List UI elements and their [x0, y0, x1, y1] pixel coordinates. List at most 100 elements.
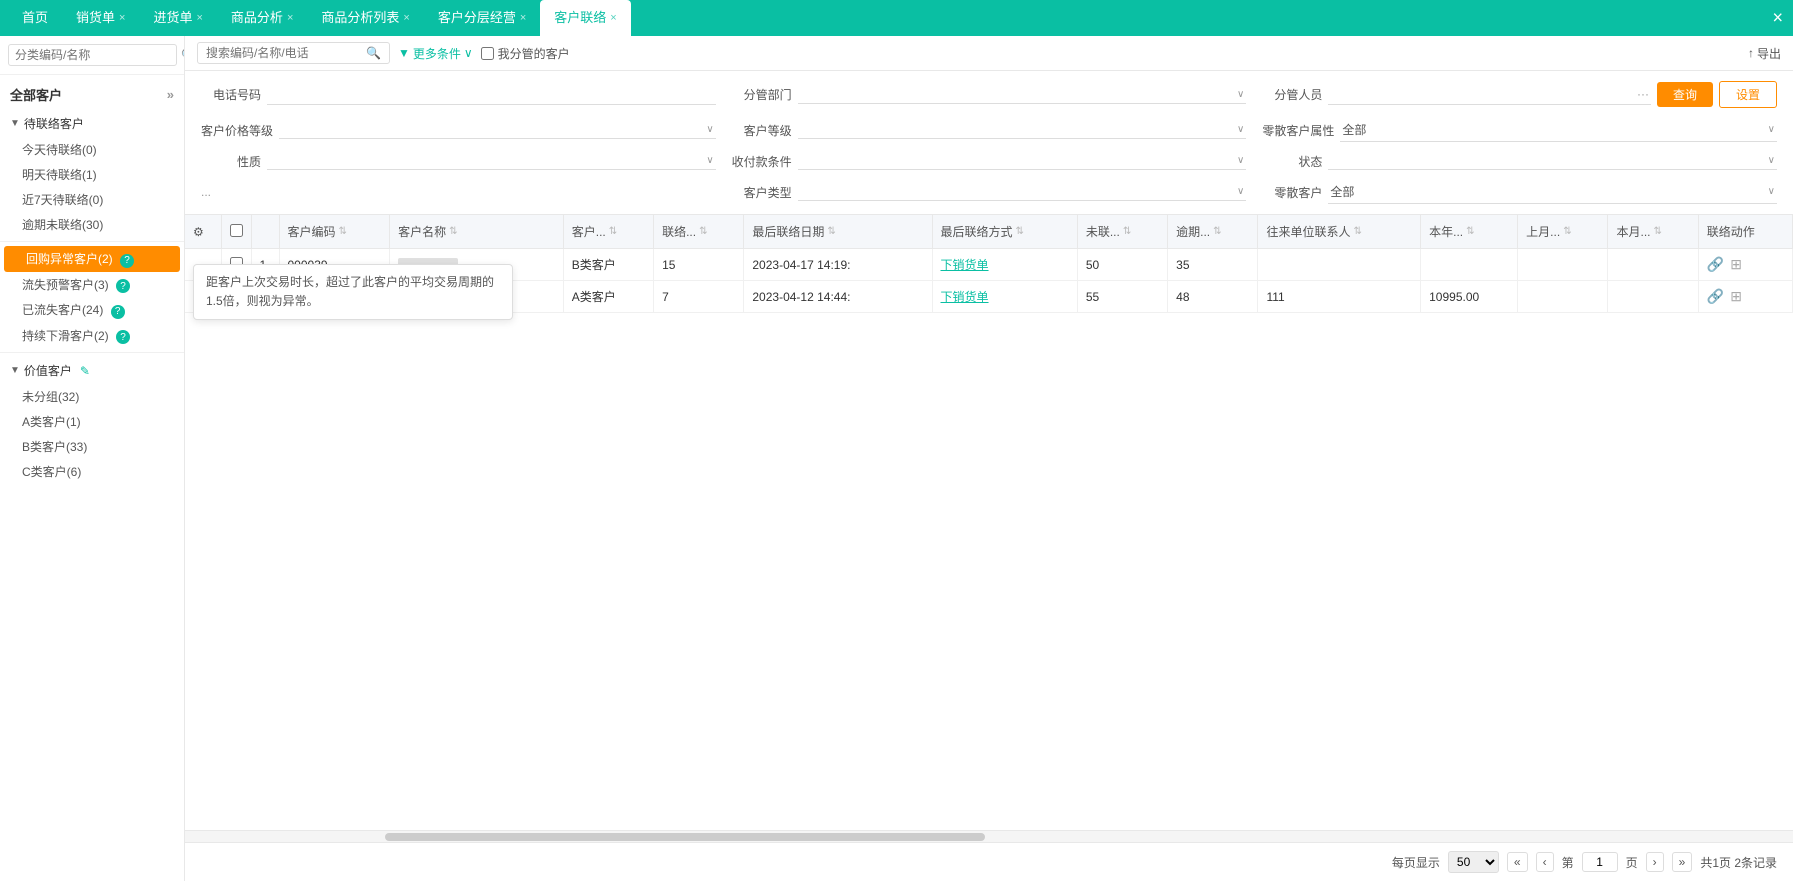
sidebar-item-lost-risk[interactable]: 流失预警客户(3) ? [0, 272, 184, 298]
my-customers-checkbox[interactable] [481, 47, 494, 60]
scrollbar-thumb[interactable] [385, 833, 985, 841]
sidebar-item-ungrouped[interactable]: 未分组(32) [0, 384, 184, 409]
filter-search-icon[interactable]: 🔍 [366, 46, 381, 60]
sidebar-item-tomorrow[interactable]: 明天待联络(1) [0, 162, 184, 187]
th-overdue[interactable]: 逾期... ⇅ [1168, 215, 1258, 249]
last-page-button[interactable]: » [1672, 852, 1693, 872]
left-sidebar: 🔍 全部客户 » ▼ 待联络客户 今天待联络(0) 明天待联络(1) 近7天待联… [0, 36, 185, 881]
edit-icon[interactable]: ✎ [80, 364, 90, 378]
sidebar-item-class-c[interactable]: C类客户(6) [0, 459, 184, 484]
sort-icon: ⇅ [1466, 226, 1474, 237]
next-page-button[interactable]: › [1646, 852, 1664, 872]
filter-payment-terms: 收付款条件 ∨ [732, 152, 1247, 170]
th-name[interactable]: 客户名称 ⇅ [390, 215, 564, 249]
th-contact[interactable]: 联络... ⇅ [654, 215, 744, 249]
link-action-icon[interactable]: 🔗 [1707, 288, 1724, 305]
filter-gender: 性质 ∨ [201, 152, 716, 170]
th-unpaid[interactable]: 未联... ⇅ [1077, 215, 1167, 249]
td-class: A类客户 [563, 281, 653, 313]
sidebar-search-input[interactable] [8, 44, 177, 66]
sort-icon: ⇅ [827, 226, 835, 237]
person-select[interactable]: ··· [1328, 84, 1651, 105]
sidebar-valuable-customers-header[interactable]: ▼ 价值客户 ✎ [0, 357, 184, 384]
sidebar-item-repeat-abnormal[interactable]: 回购异常客户(2) ? [4, 246, 180, 272]
gender-select[interactable]: ∨ [267, 152, 716, 170]
export-button[interactable]: ↑ 导出 [1748, 45, 1781, 62]
sidebar-all-customers-header[interactable]: 全部客户 » [0, 79, 184, 110]
tab-customer-layers[interactable]: 客户分层经营 × [424, 0, 540, 36]
export-icon: ↑ [1748, 46, 1754, 60]
per-page-label: 每页显示 [1392, 854, 1440, 871]
payment-terms-select[interactable]: ∨ [798, 152, 1247, 170]
sidebar-item-continuous-down[interactable]: 持续下滑客户(2) ? [0, 323, 184, 349]
filter-actions: 查询 设置 [1657, 81, 1777, 108]
contact-method-link[interactable]: 下销货单 [941, 258, 989, 272]
sidebar-item-7days[interactable]: 近7天待联络(0) [0, 187, 184, 212]
filter-more-conditions[interactable]: ▼ 更多条件 ∨ [398, 45, 473, 62]
filter-price-level: 客户价格等级 ∨ [201, 118, 716, 142]
th-last-contact-method[interactable]: 最后联络方式 ⇅ [932, 215, 1077, 249]
close-icon[interactable]: × [610, 0, 616, 36]
th-settings[interactable]: ⚙ [185, 215, 221, 249]
sort-icon: ⇅ [1016, 226, 1024, 237]
status-label: 状态 [1262, 153, 1322, 170]
tab-product-analysis-list[interactable]: 商品分析列表 × [307, 0, 423, 36]
close-icon[interactable]: × [403, 0, 409, 36]
more-filters-dots[interactable]: ... [201, 185, 211, 199]
customer-type-select[interactable]: ∨ [798, 183, 1247, 201]
tab-purchase[interactable]: 进货单 × [139, 0, 216, 36]
dots-icon[interactable]: ··· [1637, 87, 1649, 101]
contact-method-link[interactable]: 下销货单 [941, 290, 989, 304]
tab-home[interactable]: 首页 [8, 0, 62, 36]
query-button[interactable]: 查询 [1657, 82, 1713, 107]
retail-customer-select[interactable]: 全部 ∨ [1328, 180, 1777, 204]
close-icon[interactable]: × [287, 0, 293, 36]
filter-phone: 电话号码 [201, 81, 716, 108]
grid-action-icon[interactable]: ⊞ [1730, 256, 1742, 273]
th-class[interactable]: 客户... ⇅ [563, 215, 653, 249]
sidebar-item-class-b[interactable]: B类客户(33) [0, 434, 184, 459]
grid-action-icon[interactable]: ⊞ [1730, 288, 1742, 305]
close-icon[interactable]: × [119, 0, 125, 36]
settings-icon[interactable]: ⚙ [193, 225, 204, 239]
current-page-input[interactable] [1582, 852, 1618, 872]
first-page-button[interactable]: « [1507, 852, 1528, 872]
customer-level-select[interactable]: ∨ [798, 121, 1247, 139]
td-last-contact-method[interactable]: 下销货单 [932, 281, 1077, 313]
sidebar-pending-contact[interactable]: ▼ 待联络客户 [0, 110, 184, 137]
set-button[interactable]: 设置 [1719, 81, 1777, 108]
sort-icon: ⇅ [1654, 226, 1662, 237]
link-action-icon[interactable]: 🔗 [1707, 256, 1724, 273]
tab-sales[interactable]: 销货单 × [62, 0, 139, 36]
select-all-checkbox[interactable] [230, 224, 243, 237]
close-all-button[interactable]: × [1772, 8, 1783, 29]
th-unit-contact[interactable]: 往来单位联系人 ⇅ [1258, 215, 1421, 249]
tab-customer-contact[interactable]: 客户联络 × [540, 0, 630, 36]
price-level-select[interactable]: ∨ [279, 121, 716, 139]
horizontal-scrollbar[interactable] [185, 830, 1793, 842]
sidebar-item-overdue[interactable]: 逾期未联络(30) [0, 212, 184, 237]
filter-search-input[interactable] [206, 46, 366, 60]
sidebar-item-class-a[interactable]: A类客户(1) [0, 409, 184, 434]
th-last-contact-date[interactable]: 最后联络日期 ⇅ [744, 215, 932, 249]
tab-product-analysis[interactable]: 商品分析 × [217, 0, 307, 36]
dept-select[interactable]: ∨ [798, 86, 1247, 104]
close-icon[interactable]: × [520, 0, 526, 36]
collapse-icon[interactable]: » [167, 87, 174, 102]
retail-attr-select[interactable]: 全部 ∨ [1340, 118, 1777, 142]
sidebar-item-today[interactable]: 今天待联络(0) [0, 137, 184, 162]
filter-icon: ▼ [398, 46, 410, 60]
th-code[interactable]: 客户编码 ⇅ [279, 215, 390, 249]
td-last-contact-method[interactable]: 下销货单 [932, 249, 1077, 281]
prev-page-button[interactable]: ‹ [1536, 852, 1554, 872]
per-page-select[interactable]: 50 20 100 200 [1448, 851, 1499, 873]
th-last-month[interactable]: 上月... ⇅ [1518, 215, 1608, 249]
sidebar-item-already-lost[interactable]: 已流失客户(24) ? [0, 297, 184, 323]
status-select[interactable]: ∨ [1328, 152, 1777, 170]
phone-input[interactable] [267, 84, 716, 105]
th-no [251, 215, 279, 249]
th-this-year[interactable]: 本年... ⇅ [1421, 215, 1518, 249]
my-customers-filter[interactable]: 我分管的客户 [481, 45, 570, 62]
th-this-month[interactable]: 本月... ⇅ [1608, 215, 1698, 249]
close-icon[interactable]: × [196, 0, 202, 36]
